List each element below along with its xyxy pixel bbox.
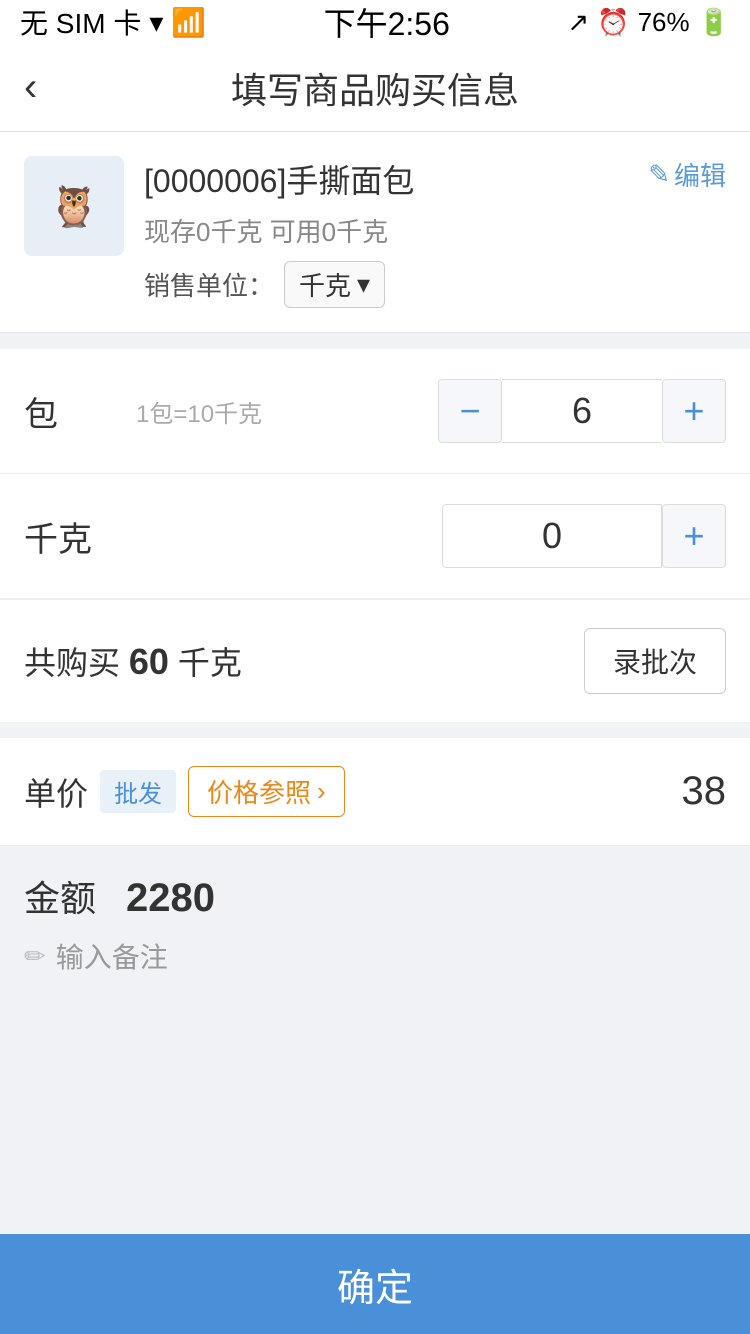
kg-quantity-input[interactable]	[442, 504, 662, 568]
product-stock: 现存0千克 可用0千克	[144, 212, 726, 249]
bag-quantity-control: − +	[438, 379, 726, 443]
status-time: 下午2:56	[324, 0, 450, 45]
total-row: 共购买 60 千克 录批次	[0, 599, 750, 722]
kg-row: 千克 +	[0, 474, 750, 599]
kg-label: 千克	[24, 512, 114, 561]
batch-button[interactable]: 录批次	[584, 628, 726, 694]
bag-row: 包 1包=10千克 − +	[0, 349, 750, 474]
total-text: 共购买 60 千克	[24, 638, 242, 684]
unit-label: 销售单位：	[144, 266, 274, 303]
no-sim-text: 无 SIM 卡	[20, 2, 141, 42]
page-title: 填写商品购买信息	[231, 62, 519, 114]
bag-minus-button[interactable]: −	[438, 379, 502, 443]
unit-value: 千克	[299, 266, 351, 303]
price-tag: 批发	[100, 770, 176, 813]
total-value: 60	[129, 641, 169, 682]
confirm-button[interactable]: 确定	[0, 1234, 750, 1334]
price-ref-arrow: ›	[317, 776, 326, 807]
price-label: 单价	[24, 769, 88, 815]
wifi-icon: ▾️ 📶	[149, 6, 206, 39]
status-right: ↗ ⏰ 76% 🔋	[567, 7, 730, 38]
price-section: 单价 批发 价格参照 › 38	[0, 738, 750, 846]
bag-label: 包	[24, 387, 114, 436]
total-unit: 千克	[178, 645, 242, 681]
status-left: 无 SIM 卡 ▾️ 📶	[20, 2, 206, 42]
bag-sub: 1包=10千克	[136, 394, 262, 429]
amount-row: 金额 2280	[24, 870, 726, 922]
amount-section: 金额 2280 ✏ 输入备注	[0, 846, 750, 992]
kg-quantity-control: +	[442, 504, 726, 568]
edit-icon: ✎	[648, 159, 670, 190]
total-prefix: 共购买	[24, 645, 120, 681]
price-ref-label: 价格参照	[207, 773, 311, 810]
edit-label: 编辑	[674, 156, 726, 193]
back-button[interactable]: ‹	[24, 65, 37, 110]
price-ref-button[interactable]: 价格参照 ›	[188, 766, 345, 817]
product-info: [0000006]手撕面包 ✎ 编辑 现存0千克 可用0千克 销售单位： 千克 …	[144, 156, 726, 308]
product-image: 🦉	[24, 156, 124, 256]
note-row[interactable]: ✏ 输入备注	[24, 936, 726, 976]
note-placeholder: 输入备注	[56, 936, 168, 976]
product-unit-row: 销售单位： 千克 ▾	[144, 261, 726, 308]
dropdown-icon: ▾	[357, 269, 370, 300]
battery-text: 76%	[638, 7, 690, 38]
amount-label: 金额	[24, 878, 96, 919]
amount-value: 2280	[126, 876, 215, 920]
price-value: 38	[682, 769, 727, 814]
alarm-icon: ⏰	[597, 7, 629, 38]
battery-icon: 🔋	[698, 7, 730, 38]
nav-bar: ‹ 填写商品购买信息	[0, 44, 750, 132]
gps-icon: ↗	[567, 7, 589, 38]
spacer	[0, 992, 750, 1234]
kg-plus-button[interactable]: +	[662, 504, 726, 568]
product-section: 🦉 [0000006]手撕面包 ✎ 编辑 现存0千克 可用0千克 销售单位： 千…	[0, 132, 750, 333]
pencil-icon: ✏	[24, 941, 46, 972]
unit-selector[interactable]: 千克 ▾	[284, 261, 385, 308]
bag-quantity-input[interactable]	[502, 379, 662, 443]
product-header: [0000006]手撕面包 ✎ 编辑	[144, 156, 726, 202]
status-bar: 无 SIM 卡 ▾️ 📶 下午2:56 ↗ ⏰ 76% 🔋	[0, 0, 750, 44]
form-section: 包 1包=10千克 − + 千克 + 共购买 60 千克 录批次	[0, 349, 750, 722]
product-name: [0000006]手撕面包	[144, 156, 648, 202]
bag-plus-button[interactable]: +	[662, 379, 726, 443]
product-logo: 🦉	[49, 183, 99, 230]
edit-button[interactable]: ✎ 编辑	[648, 156, 726, 193]
